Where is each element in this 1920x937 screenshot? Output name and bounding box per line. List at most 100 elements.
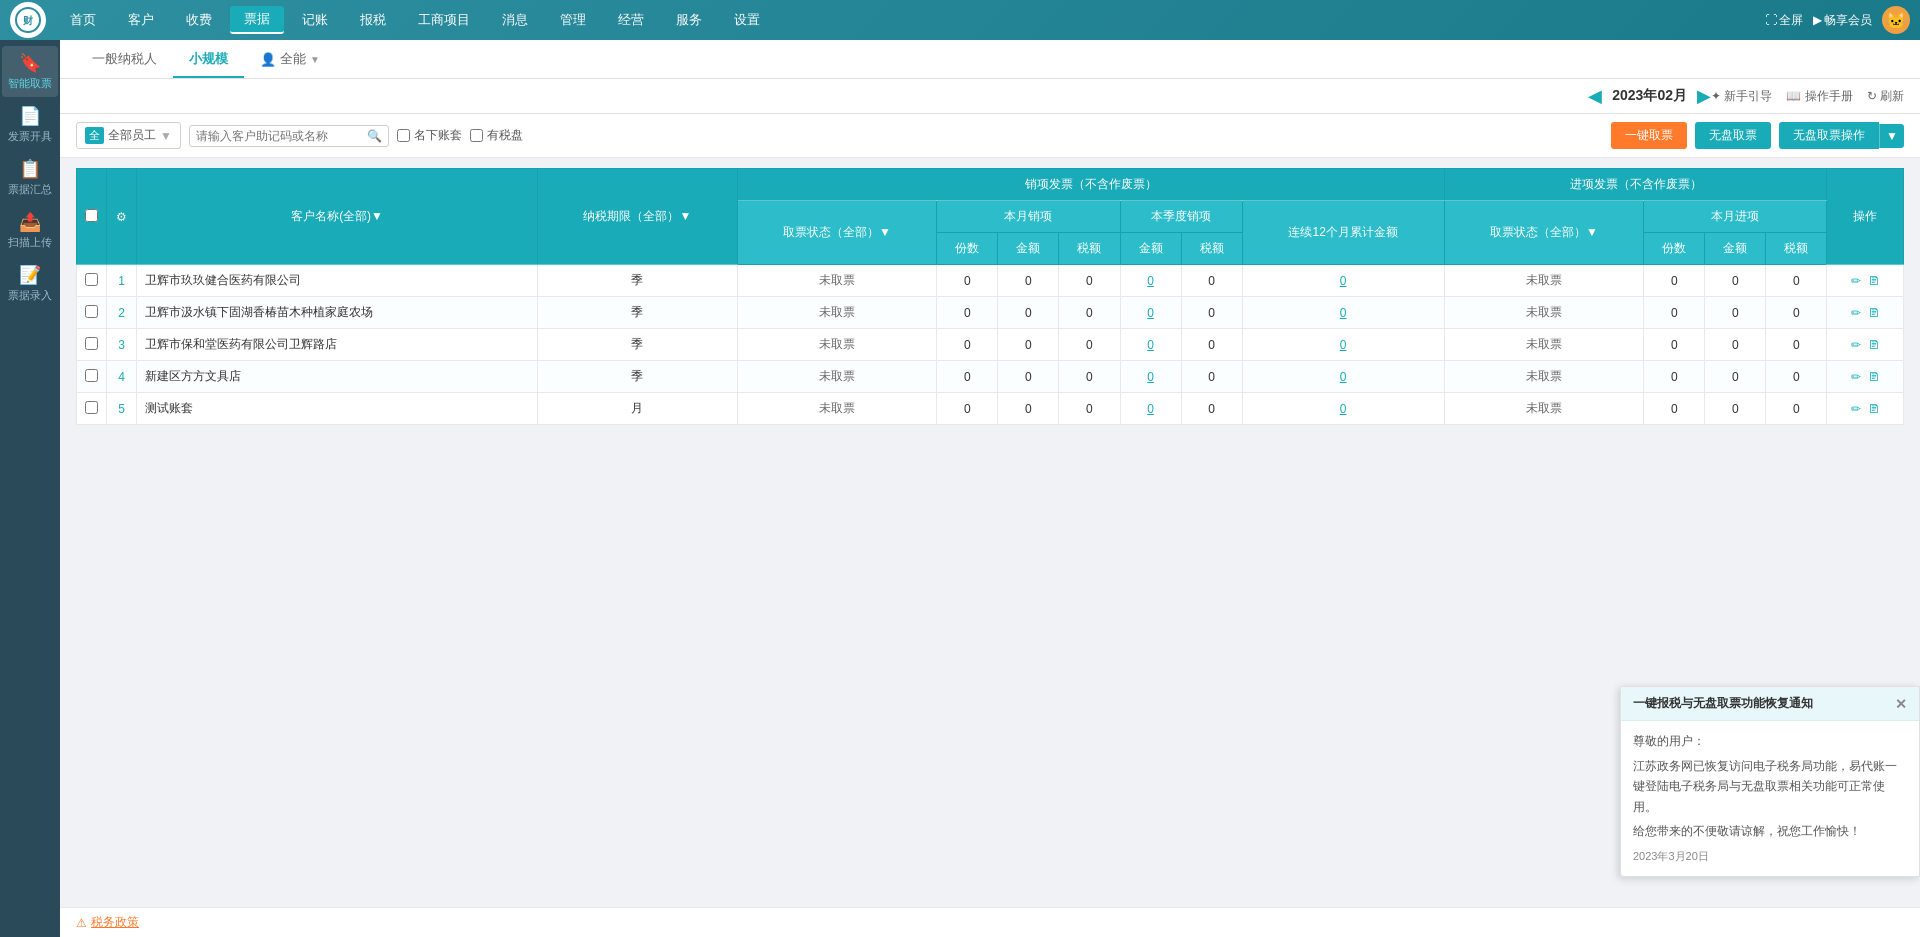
period-prev-button[interactable]: ◀ <box>1588 85 1602 107</box>
nav-msg[interactable]: 消息 <box>488 7 542 33</box>
row-edit-button[interactable]: ✏ <box>1851 370 1861 384</box>
nav-service[interactable]: 服务 <box>662 7 716 33</box>
no-disk-op-arrow[interactable]: ▼ <box>1879 124 1904 148</box>
nav-right: ⛶ 全屏 ▶ 畅享会员 🐱 <box>1765 6 1910 34</box>
row-checkbox[interactable] <box>85 369 98 382</box>
row-xiao-quarter-tax: 0 <box>1181 393 1242 425</box>
no-disk-ticket-button[interactable]: 无盘取票 <box>1695 122 1771 149</box>
row-xiao-status: 未取票 <box>737 329 937 361</box>
top-nav: 财 首页 客户 收费 票据 记账 报税 工商项目 消息 管理 经营 服务 设置 … <box>0 0 1920 40</box>
notification-close-button[interactable]: ✕ <box>1895 696 1907 712</box>
th-xiao-group: 销项发票（不含作废票） <box>737 169 1444 201</box>
own-account-checkbox[interactable] <box>397 129 410 142</box>
row-period: 季 <box>538 361 738 393</box>
row-actions: ✏ 🖹 <box>1827 265 1904 297</box>
row-customer-name: 卫辉市玖玖健合医药有限公司 <box>137 265 538 297</box>
nav-fee[interactable]: 收费 <box>172 7 226 33</box>
row-num: 2 <box>107 297 137 329</box>
row-view-button[interactable]: 🖹 <box>1868 338 1880 352</box>
select-all-checkbox[interactable] <box>85 209 98 222</box>
th-xiao-month-share: 份数 <box>937 233 998 265</box>
refresh-link[interactable]: ↻ 刷新 <box>1867 88 1904 105</box>
row-jin-month-amount: 0 <box>1705 265 1766 297</box>
row-edit-button[interactable]: ✏ <box>1851 402 1861 416</box>
nav-invoice[interactable]: 票据 <box>230 6 284 34</box>
one-click-ticket-button[interactable]: 一键取票 <box>1611 122 1687 149</box>
row-xiao-quarter-tax: 0 <box>1181 297 1242 329</box>
row-xiao-quarter-amount: 0 <box>1120 361 1181 393</box>
manual-icon: 📖 <box>1786 89 1801 103</box>
row-view-button[interactable]: 🖹 <box>1868 402 1880 416</box>
row-jin-month-amount: 0 <box>1705 297 1766 329</box>
row-checkbox-cell <box>77 297 107 329</box>
nav-manage[interactable]: 管理 <box>546 7 600 33</box>
th-jin-month-amount: 金额 <box>1705 233 1766 265</box>
row-xiao-quarter-amount: 0 <box>1120 265 1181 297</box>
member-icon: ▶ <box>1813 13 1822 27</box>
nav-home[interactable]: 首页 <box>56 7 110 33</box>
row-edit-button[interactable]: ✏ <box>1851 338 1861 352</box>
row-xiao-quarter-tax: 0 <box>1181 329 1242 361</box>
tax-disk-checkbox[interactable] <box>470 129 483 142</box>
nav-items: 首页 客户 收费 票据 记账 报税 工商项目 消息 管理 经营 服务 设置 <box>56 6 1765 34</box>
row-actions: ✏ 🖹 <box>1827 297 1904 329</box>
row-xiao-month-amount: 0 <box>998 393 1059 425</box>
row-edit-button[interactable]: ✏ <box>1851 274 1861 288</box>
period-next-button[interactable]: ▶ <box>1697 85 1711 107</box>
nav-operate[interactable]: 经营 <box>604 7 658 33</box>
member-button[interactable]: ▶ 畅享会员 <box>1813 12 1872 29</box>
row-xiao-cumulative: 0 <box>1242 393 1444 425</box>
sidebar-item-issue[interactable]: 📄 发票开具 <box>2 99 58 150</box>
nav-biz[interactable]: 工商项目 <box>404 7 484 33</box>
row-view-button[interactable]: 🖹 <box>1868 370 1880 384</box>
employee-filter[interactable]: 全 全部员工 ▼ <box>76 122 181 149</box>
nav-tax[interactable]: 报税 <box>346 7 400 33</box>
row-xiao-month-tax: 0 <box>1059 393 1120 425</box>
search-icon[interactable]: 🔍 <box>367 129 382 143</box>
row-jin-month-tax: 0 <box>1766 329 1827 361</box>
notification-greeting: 尊敬的用户： <box>1633 731 1907 751</box>
row-checkbox[interactable] <box>85 273 98 286</box>
table-row: 5 测试账套 月 未取票 0 0 0 0 0 0 未取票 0 0 0 ✏ 🖹 <box>77 393 1904 425</box>
sidebar-item-entry[interactable]: 📝 票据录入 <box>2 258 58 309</box>
sidebar-item-smart-ticket[interactable]: 🔖 智能取票 <box>2 46 58 97</box>
nav-settings[interactable]: 设置 <box>720 7 774 33</box>
search-input[interactable] <box>196 129 367 143</box>
tab-general[interactable]: 一般纳税人 <box>76 40 173 78</box>
row-period: 月 <box>538 393 738 425</box>
table-row: 2 卫辉市汲水镇下固湖香椿苗木种植家庭农场 季 未取票 0 0 0 0 0 0 … <box>77 297 1904 329</box>
row-checkbox[interactable] <box>85 401 98 414</box>
tax-policy-label[interactable]: 税务政策 <box>91 914 139 931</box>
settings-icon[interactable]: ⚙ <box>116 210 127 224</box>
th-xiao-quarter-tax: 税额 <box>1181 233 1242 265</box>
row-xiao-month-amount: 0 <box>998 265 1059 297</box>
manual-link[interactable]: 📖 操作手册 <box>1786 88 1852 105</box>
sidebar-item-summary[interactable]: 📋 票据汇总 <box>2 152 58 203</box>
row-edit-button[interactable]: ✏ <box>1851 306 1861 320</box>
row-num: 3 <box>107 329 137 361</box>
tab-full[interactable]: 👤 全能 ▼ <box>244 40 336 78</box>
sidebar-item-scan[interactable]: 📤 扫描上传 <box>2 205 58 256</box>
data-table: ⚙ 客户名称(全部)▼ 纳税期限（全部）▼ 销项发票（不含作废票） 进项发票（不… <box>76 168 1904 425</box>
row-checkbox-cell <box>77 265 107 297</box>
nav-bookkeeping[interactable]: 记账 <box>288 7 342 33</box>
avatar[interactable]: 🐱 <box>1882 6 1910 34</box>
checkbox-own-account[interactable]: 名下账套 <box>397 127 462 144</box>
chevron-down-icon: ▼ <box>310 54 320 65</box>
nav-customer[interactable]: 客户 <box>114 7 168 33</box>
checkbox-tax-disk[interactable]: 有税盘 <box>470 127 523 144</box>
row-checkbox[interactable] <box>85 305 98 318</box>
table-row: 4 新建区方方文具店 季 未取票 0 0 0 0 0 0 未取票 0 0 0 ✏… <box>77 361 1904 393</box>
fullscreen-button[interactable]: ⛶ 全屏 <box>1765 12 1803 29</box>
row-actions: ✏ 🖹 <box>1827 329 1904 361</box>
no-disk-op-main[interactable]: 无盘取票操作 <box>1779 122 1879 149</box>
row-num: 5 <box>107 393 137 425</box>
row-actions: ✏ 🖹 <box>1827 361 1904 393</box>
row-view-button[interactable]: 🖹 <box>1868 274 1880 288</box>
tab-small[interactable]: 小规模 <box>173 40 244 78</box>
row-view-button[interactable]: 🖹 <box>1868 306 1880 320</box>
period-actions: ✦ 新手引导 📖 操作手册 ↻ 刷新 <box>1711 88 1904 105</box>
th-jin-month-share: 份数 <box>1644 233 1705 265</box>
row-checkbox[interactable] <box>85 337 98 350</box>
guide-link[interactable]: ✦ 新手引导 <box>1711 88 1772 105</box>
